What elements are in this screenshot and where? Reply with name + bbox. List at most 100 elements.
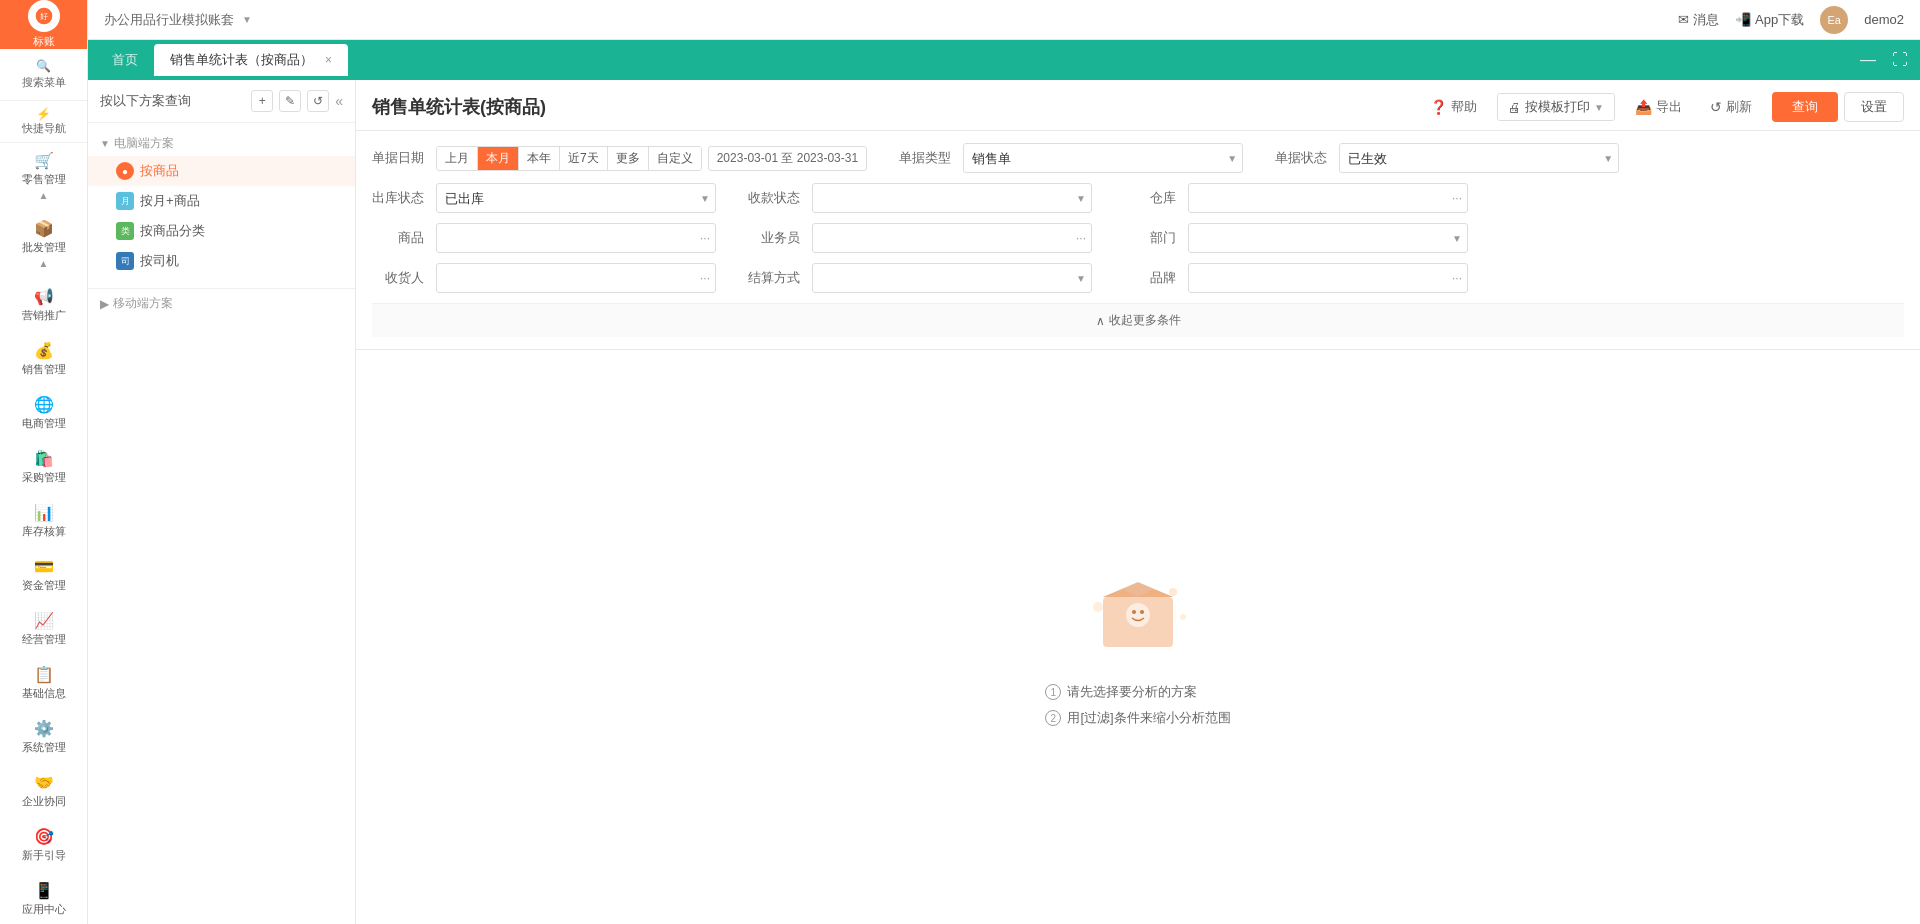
app-download-button[interactable]: 📲 App下载 [1735, 11, 1804, 29]
retail-icon: 🛒 [34, 153, 54, 169]
tree-item-by-category[interactable]: 类 按商品分类 [88, 216, 355, 246]
doc-status-select-wrapper: 已生效 ▼ [1339, 143, 1619, 173]
tab-close-button[interactable]: × [325, 53, 332, 67]
query-button[interactable]: 查询 [1772, 92, 1838, 122]
svg-point-8 [1169, 588, 1177, 596]
left-panel-title: 按以下方案查询 [100, 92, 245, 110]
product-more-button[interactable]: ··· [700, 231, 710, 245]
date-tab-this-year[interactable]: 本年 [519, 147, 560, 170]
refresh-icon: ↺ [1710, 99, 1722, 115]
svg-point-4 [1132, 610, 1136, 614]
sidebar-inventory-label: 库存核算 [22, 524, 66, 539]
brand-more-button[interactable]: ··· [1452, 271, 1462, 285]
print-label: 按模板打印 [1525, 98, 1590, 116]
refresh-scheme-button[interactable]: ↺ [307, 90, 329, 112]
date-tab-this-month[interactable]: 本月 [478, 147, 519, 170]
brand-input[interactable] [1188, 263, 1468, 293]
user-avatar[interactable]: Ea [1820, 6, 1848, 34]
edit-scheme-button[interactable]: ✎ [279, 90, 301, 112]
sidebar-item-operations[interactable]: 📈 经营管理 [0, 603, 87, 657]
sidebar-item-appcenter[interactable]: 📱 应用中心 [0, 873, 87, 924]
collapse-filters-button[interactable]: ∧ 收起更多条件 [372, 303, 1904, 337]
date-tab-more[interactable]: 更多 [608, 147, 649, 170]
out-status-label: 出库状态 [372, 189, 424, 207]
add-scheme-button[interactable]: + [251, 90, 273, 112]
payment-status-select[interactable] [812, 183, 1092, 213]
sidebar-search[interactable]: 🔍 搜索菜单 [0, 49, 87, 101]
sidebar-item-marketing[interactable]: 📢 营销推广 [0, 279, 87, 333]
system-icon: ⚙️ [34, 721, 54, 737]
out-status-select[interactable]: 已出库 [436, 183, 716, 213]
doc-type-select[interactable]: 销售单 [963, 143, 1243, 173]
receiver-input[interactable] [436, 263, 716, 293]
help-button[interactable]: ❓ 帮助 [1422, 94, 1485, 120]
sidebar-item-enterprise[interactable]: 🤝 企业协同 [0, 765, 87, 819]
tree-item-by-cashier[interactable]: 司 按司机 [88, 246, 355, 276]
tab-home[interactable]: 首页 [96, 44, 154, 76]
industry-dropdown-icon[interactable]: ▼ [242, 14, 252, 25]
tree-section-mobile: ▶ 移动端方案 [88, 288, 355, 318]
collapse-panel-button[interactable]: « [335, 93, 343, 109]
help-label: 帮助 [1451, 98, 1477, 116]
warehouse-label: 仓库 [1124, 189, 1176, 207]
tab-minimize-button[interactable]: — [1856, 47, 1880, 73]
filter-area: 单据日期 上月 本月 本年 近7天 更多 自定义 2023-03-01 至 20… [356, 131, 1920, 350]
tab-expand-button[interactable]: ⛶ [1888, 47, 1912, 73]
username-label[interactable]: demo2 [1864, 12, 1904, 27]
topbar: 办公用品行业模拟账套 ▼ ✉ 消息 📲 App下载 Ea demo2 [88, 0, 1920, 40]
app-logo[interactable]: 好 标账 [0, 0, 88, 49]
sidebar-item-basic[interactable]: 📋 基础信息 [0, 657, 87, 711]
receiver-label: 收货人 [372, 269, 424, 287]
print-export-group: 🖨 按模板打印 ▼ [1497, 93, 1615, 121]
sidebar-item-retail[interactable]: 🛒 零售管理 ▲ [0, 143, 87, 211]
step2-icon: 2 [1045, 710, 1061, 726]
settlement-select[interactable] [812, 263, 1092, 293]
tree-item-by-product[interactable]: ● 按商品 [88, 156, 355, 186]
sidebar-sales-label: 销售管理 [22, 362, 66, 377]
tree-group-pc[interactable]: ▼ 电脑端方案 [88, 131, 355, 156]
date-tab-custom[interactable]: 自定义 [649, 147, 701, 170]
refresh-button[interactable]: ↺ 刷新 [1702, 94, 1760, 120]
salesperson-input[interactable] [812, 223, 1092, 253]
scheme-sq-icon-3: 司 [116, 252, 134, 270]
sidebar-item-quick-nav[interactable]: ⚡ 快捷导航 [0, 101, 87, 143]
product-input[interactable] [436, 223, 716, 253]
sidebar-item-inventory[interactable]: 📊 库存核算 [0, 495, 87, 549]
doc-status-select[interactable]: 已生效 [1339, 143, 1619, 173]
step1-icon: 1 [1045, 684, 1061, 700]
settings-button[interactable]: 设置 [1844, 92, 1904, 122]
empty-step1-text: 请先选择要分析的方案 [1067, 683, 1197, 701]
tree-item-by-month-product[interactable]: 月 按月+商品 [88, 186, 355, 216]
date-tab-7days[interactable]: 近7天 [560, 147, 608, 170]
sidebar-item-guide[interactable]: 🎯 新手引导 [0, 819, 87, 873]
salesperson-more-button[interactable]: ··· [1076, 231, 1086, 245]
collapse-filters-label: 收起更多条件 [1109, 312, 1181, 329]
print-dropdown-icon[interactable]: ▼ [1594, 102, 1604, 113]
tree-item-label-by-product: 按商品 [140, 162, 179, 180]
date-tab-last-month[interactable]: 上月 [437, 147, 478, 170]
warehouse-more-button[interactable]: ··· [1452, 191, 1462, 205]
tree-group-mobile[interactable]: ▶ 移动端方案 [88, 289, 355, 318]
sales-icon: 💰 [34, 343, 54, 359]
tab-active[interactable]: 销售单统计表（按商品） × [154, 44, 348, 76]
print-icon: 🖨 [1508, 100, 1521, 115]
export-button[interactable]: 📤 导出 [1627, 94, 1690, 120]
sidebar-item-wholesale[interactable]: 📦 批发管理 ▲ [0, 211, 87, 279]
warehouse-input[interactable] [1188, 183, 1468, 213]
sidebar-item-system[interactable]: ⚙️ 系统管理 [0, 711, 87, 765]
svg-point-5 [1140, 610, 1144, 614]
sidebar-item-ecommerce[interactable]: 🌐 电商管理 [0, 387, 87, 441]
sidebar-item-sales[interactable]: 💰 销售管理 [0, 333, 87, 387]
sidebar-item-finance[interactable]: 💳 资金管理 [0, 549, 87, 603]
print-button[interactable]: 🖨 按模板打印 ▼ [1498, 94, 1614, 120]
sidebar-item-purchase[interactable]: 🛍️ 采购管理 [0, 441, 87, 495]
receiver-more-button[interactable]: ··· [700, 271, 710, 285]
export-label: 导出 [1656, 98, 1682, 116]
appcenter-icon: 📱 [34, 883, 54, 899]
topbar-right: ✉ 消息 📲 App下载 Ea demo2 [1678, 6, 1904, 34]
svg-point-6 [1105, 619, 1111, 625]
date-range-display[interactable]: 2023-03-01 至 2023-03-31 [708, 146, 867, 171]
department-select[interactable] [1188, 223, 1468, 253]
message-button[interactable]: ✉ 消息 [1678, 11, 1719, 29]
tab-home-label: 首页 [112, 51, 138, 69]
